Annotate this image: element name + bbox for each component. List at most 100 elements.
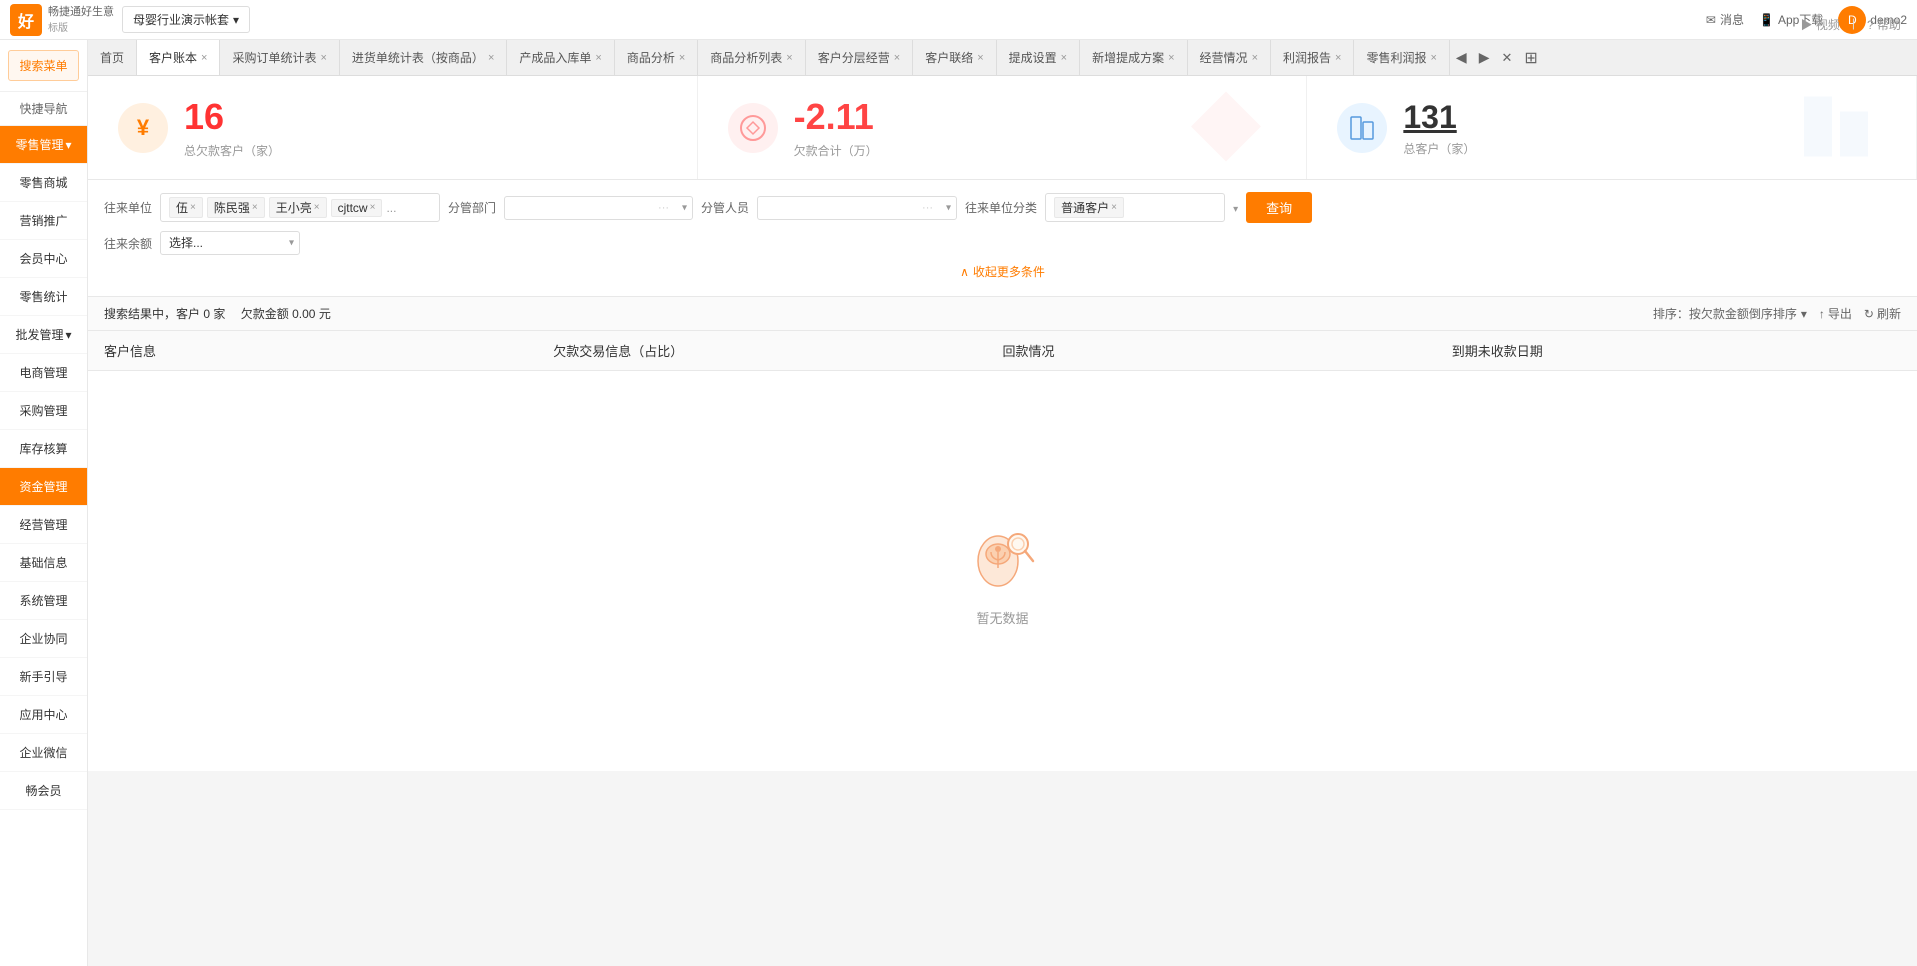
search-menu-button[interactable]: 搜索菜单 bbox=[8, 50, 79, 81]
tab-purchase-stats-product[interactable]: 进货单统计表（按商品） × bbox=[340, 40, 507, 75]
col-customer-info: 客户信息 bbox=[104, 341, 553, 360]
unit-tag-input[interactable]: 伍 × 陈民强 × 王小亮 × cjttcw × bbox=[160, 193, 440, 222]
content-area: 首页 客户账本 × 采购订单统计表 × 进货单统计表（按商品） × 产成品入库单… bbox=[88, 40, 1917, 966]
account-selector-arrow: ▾ bbox=[233, 13, 239, 27]
sidebar-item-marketing[interactable]: 营销推广 bbox=[0, 202, 87, 240]
tab-home-label: 首页 bbox=[100, 49, 124, 66]
stat-info-customers: 16 总欠款客户（家） bbox=[184, 96, 280, 159]
results-info: 搜索结果中，客户 0 家 欠款金额 0.00 元 bbox=[104, 305, 331, 322]
stat-label-customers: 总欠款客户（家） bbox=[184, 142, 280, 159]
sidebar-item-ecommerce[interactable]: 电商管理 bbox=[0, 354, 87, 392]
tab-profit-report-close[interactable]: × bbox=[1335, 52, 1341, 64]
tab-product-analysis-list[interactable]: 商品分析列表 × bbox=[698, 40, 805, 75]
tab-home[interactable]: 首页 bbox=[88, 40, 137, 75]
tab-customer-tier[interactable]: 客户分层经营 × bbox=[806, 40, 913, 75]
sidebar-item-basic-info[interactable]: 基础信息 bbox=[0, 544, 87, 582]
tab-purchase-order-stats[interactable]: 采购订单统计表 × bbox=[220, 40, 339, 75]
query-button[interactable]: 查询 bbox=[1246, 192, 1312, 223]
results-prefix: 搜索结果中，客户 bbox=[104, 307, 200, 321]
stat-info-amount: -2.11 欠款合计（万） bbox=[794, 96, 878, 159]
tag-cjttcw-close[interactable]: × bbox=[370, 202, 376, 213]
sidebar-item-new-guide[interactable]: 新手引导 bbox=[0, 658, 87, 696]
more-tags-btn[interactable]: ... bbox=[386, 201, 396, 215]
tab-product-analysis-list-close[interactable]: × bbox=[786, 52, 792, 64]
tab-product-analysis[interactable]: 商品分析 × bbox=[615, 40, 698, 75]
category-arrow-icon: ▾ bbox=[1233, 204, 1238, 215]
sidebar-item-operations[interactable]: 经营管理 bbox=[0, 506, 87, 544]
tab-new-commission-close[interactable]: × bbox=[1168, 52, 1174, 64]
stat-label-amount: 欠款合计（万） bbox=[794, 142, 878, 159]
col-debt-info: 欠款交易信息（占比） bbox=[553, 341, 1002, 360]
tag-wu-close[interactable]: × bbox=[190, 202, 196, 213]
tag-wangxiaoliang-close[interactable]: × bbox=[314, 202, 320, 213]
tab-expand-button[interactable]: ⊞ bbox=[1518, 40, 1543, 75]
sidebar-item-chang-member[interactable]: 畅会员 bbox=[0, 772, 87, 810]
tab-commission-settings[interactable]: 提成设置 × bbox=[997, 40, 1080, 75]
sort-select[interactable]: 排序：按欠款金额倒序排序 ▾ bbox=[1653, 305, 1807, 322]
tab-product-inbound-label: 产成品入库单 bbox=[519, 49, 591, 66]
sidebar-item-purchase-mgmt[interactable]: 采购管理 bbox=[0, 392, 87, 430]
table-body: 暂无数据 bbox=[88, 371, 1917, 771]
collapse-label: 收起更多条件 bbox=[973, 263, 1045, 280]
balance-select[interactable]: 选择... bbox=[160, 231, 300, 255]
quick-nav-button[interactable]: 快捷导航 bbox=[0, 92, 87, 126]
tab-retail-profit-close[interactable]: × bbox=[1430, 52, 1436, 64]
tab-purchase-order-close[interactable]: × bbox=[320, 52, 326, 64]
tab-purchase-order-label: 采购订单统计表 bbox=[232, 49, 316, 66]
tab-prev-button[interactable]: ◀ bbox=[1450, 40, 1473, 75]
sidebar-item-enterprise-collab[interactable]: 企业协同 bbox=[0, 620, 87, 658]
tab-customer-ledger[interactable]: 客户账本 × bbox=[137, 40, 220, 75]
account-selector[interactable]: 母婴行业演示帐套 ▾ bbox=[122, 6, 250, 33]
tab-customer-tier-close[interactable]: × bbox=[894, 52, 900, 64]
person-clear-btn[interactable]: ··· bbox=[922, 202, 933, 214]
dept-clear-btn[interactable]: ··· bbox=[658, 202, 669, 214]
tab-operations-close[interactable]: × bbox=[1252, 52, 1258, 64]
tab-commission-settings-close[interactable]: × bbox=[1061, 52, 1067, 64]
tag-wu: 伍 × bbox=[169, 197, 203, 218]
tab-operations[interactable]: 经营情况 × bbox=[1188, 40, 1271, 75]
stat-card-amount: -2.11 欠款合计（万） bbox=[698, 76, 1308, 179]
tab-customer-contact-close[interactable]: × bbox=[977, 52, 983, 64]
tag-chenminqiang-close[interactable]: × bbox=[252, 202, 258, 213]
results-count: 0 bbox=[203, 307, 210, 321]
export-button[interactable]: ↑ 导出 bbox=[1819, 305, 1852, 322]
sidebar-item-retail-mgmt[interactable]: 零售管理 ▾ bbox=[0, 126, 87, 164]
refresh-label: 刷新 bbox=[1877, 305, 1901, 322]
refresh-button[interactable]: ↻ 刷新 bbox=[1864, 305, 1901, 322]
topbar-left: 好 畅捷通好生意 标版 母婴行业演示帐套 ▾ bbox=[10, 4, 250, 36]
tab-customer-ledger-close[interactable]: × bbox=[201, 52, 207, 64]
filter-row-2: 往来余额 选择... ▾ bbox=[104, 231, 1901, 255]
tab-new-commission[interactable]: 新增提成方案 × bbox=[1080, 40, 1187, 75]
app-icon: 📱 bbox=[1759, 13, 1774, 27]
tab-product-inbound[interactable]: 产成品入库单 × bbox=[507, 40, 614, 75]
tag-normal-customer-close[interactable]: × bbox=[1111, 202, 1117, 213]
person-select-wrapper: ▾ ··· bbox=[757, 196, 957, 220]
sidebar-item-wholesale-mgmt[interactable]: 批发管理 ▾ bbox=[0, 316, 87, 354]
balance-select-wrapper: 选择... ▾ bbox=[160, 231, 300, 255]
tab-purchase-stats-product-close[interactable]: × bbox=[488, 52, 494, 64]
sidebar-item-app-center[interactable]: 应用中心 bbox=[0, 696, 87, 734]
sidebar-item-enterprise-wechat[interactable]: 企业微信 bbox=[0, 734, 87, 772]
tab-customer-contact[interactable]: 客户联络 × bbox=[913, 40, 996, 75]
sidebar-item-system-mgmt[interactable]: 系统管理 bbox=[0, 582, 87, 620]
messages-button[interactable]: ✉ 消息 bbox=[1706, 11, 1744, 28]
tab-product-inbound-close[interactable]: × bbox=[595, 52, 601, 64]
stat-card-customers: ¥ 16 总欠款客户（家） bbox=[88, 76, 698, 179]
tab-close-all-button[interactable]: ✕ bbox=[1495, 40, 1518, 75]
results-amount-unit: 元 bbox=[319, 307, 331, 321]
sidebar-item-inventory[interactable]: 库存核算 bbox=[0, 430, 87, 468]
sidebar-item-retail-stats[interactable]: 零售统计 bbox=[0, 278, 87, 316]
collapse-button[interactable]: ∧ 收起更多条件 bbox=[960, 263, 1045, 280]
tab-product-analysis-list-label: 商品分析列表 bbox=[710, 49, 782, 66]
tab-retail-profit[interactable]: 零售利润报 × bbox=[1354, 40, 1449, 75]
dept-select-wrapper: ▾ ··· bbox=[504, 196, 693, 220]
tab-profit-report[interactable]: 利润报告 × bbox=[1271, 40, 1354, 75]
sidebar-item-retail-mall[interactable]: 零售商城 bbox=[0, 164, 87, 202]
tabbar: 首页 客户账本 × 采购订单统计表 × 进货单统计表（按商品） × 产成品入库单… bbox=[88, 40, 1917, 76]
category-tag-input[interactable]: 普通客户 × bbox=[1045, 193, 1225, 222]
sidebar-item-finance[interactable]: 资金管理 bbox=[0, 468, 87, 506]
sidebar-item-member-center[interactable]: 会员中心 bbox=[0, 240, 87, 278]
dept-label: 分管部门 bbox=[448, 199, 496, 216]
tab-product-analysis-close[interactable]: × bbox=[679, 52, 685, 64]
tab-next-button[interactable]: ▶ bbox=[1473, 40, 1496, 75]
